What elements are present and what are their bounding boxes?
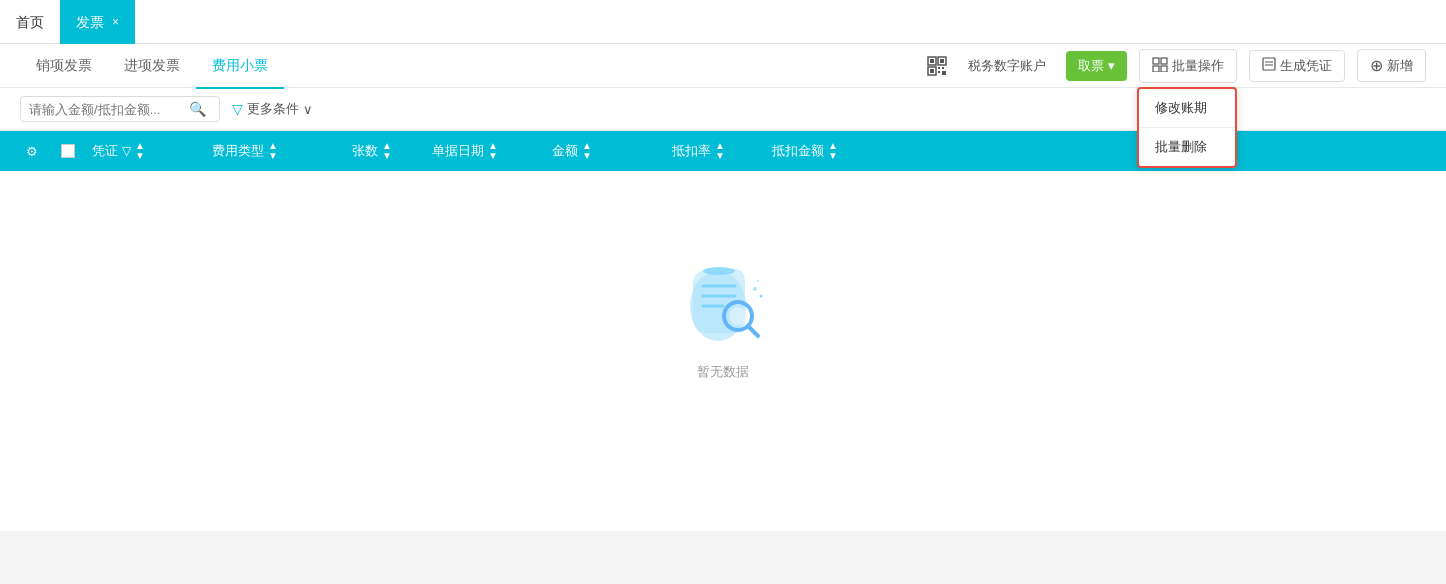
add-button[interactable]: ⊕ 新增 [1357, 49, 1426, 82]
th-date[interactable]: 单据日期 ▲▼ [424, 141, 544, 161]
svg-rect-11 [1161, 58, 1167, 64]
nav-home[interactable]: 首页 [0, 0, 60, 44]
th-voucher[interactable]: 凭证 ▽ ▲▼ [84, 141, 204, 161]
tax-account-button[interactable]: 税务数字账户 [960, 57, 1054, 75]
batch-dropdown-menu: 修改账期 批量删除 [1137, 87, 1237, 168]
qr-icon [926, 55, 948, 77]
svg-rect-7 [942, 67, 944, 69]
search-input[interactable] [29, 102, 189, 117]
take-ticket-arrow: ▾ [1108, 58, 1115, 73]
th-checkbox[interactable] [52, 144, 84, 158]
dropdown-item-batch-delete[interactable]: 批量删除 [1139, 128, 1235, 166]
more-filter-arrow: ∨ [303, 102, 313, 117]
settings-icon[interactable]: ⚙ [26, 144, 38, 159]
th-deduct-amount-sort-icon[interactable]: ▲▼ [828, 141, 838, 161]
add-icon: ⊕ [1370, 56, 1383, 75]
th-deduct-rate-label: 抵扣率 [672, 142, 711, 160]
svg-rect-13 [1161, 66, 1167, 72]
search-icon[interactable]: 🔍 [189, 101, 206, 117]
svg-rect-9 [942, 71, 946, 75]
th-voucher-sort-icon[interactable]: ▲▼ [135, 141, 145, 161]
batch-op-label: 批量操作 [1172, 57, 1224, 75]
svg-rect-8 [938, 71, 940, 73]
th-deduct-amount-label: 抵扣金额 [772, 142, 824, 160]
th-date-label: 单据日期 [432, 142, 484, 160]
add-label: 新增 [1387, 57, 1413, 75]
more-filter-label: 更多条件 [247, 100, 299, 118]
sub-nav-tabs: 销项发票 进项发票 费用小票 [20, 43, 284, 89]
th-expense-type[interactable]: 费用类型 ▲▼ [204, 141, 344, 161]
gen-icon-svg [1262, 57, 1276, 71]
svg-point-24 [757, 280, 759, 282]
tab-sales-invoice[interactable]: 销项发票 [20, 43, 108, 89]
svg-rect-6 [938, 67, 940, 69]
tab-expense-receipt[interactable]: 费用小票 [196, 43, 284, 89]
nav-tab-invoice[interactable]: 发票 × [60, 0, 135, 44]
batch-icon-svg [1152, 56, 1168, 72]
svg-point-18 [703, 267, 735, 275]
tab-input-invoice[interactable]: 进项发票 [108, 43, 196, 89]
svg-rect-3 [940, 59, 944, 63]
gen-voucher-button[interactable]: 生成凭证 [1249, 50, 1345, 82]
th-count-label: 张数 [352, 142, 378, 160]
header-checkbox[interactable] [61, 144, 75, 158]
th-voucher-filter-icon: ▽ [122, 144, 131, 158]
empty-state: 暂无数据 [0, 171, 1446, 421]
th-expense-type-label: 费用类型 [212, 142, 264, 160]
batch-op-wrap: 批量操作 修改账期 批量删除 [1139, 49, 1237, 83]
search-wrap: 🔍 [20, 96, 220, 122]
empty-state-icon [673, 251, 773, 351]
th-count-sort-icon[interactable]: ▲▼ [382, 141, 392, 161]
sub-nav: 销项发票 进项发票 费用小票 税务数字账户 取票 ▾ [0, 44, 1446, 88]
take-ticket-label: 取票 [1078, 57, 1104, 75]
nav-tab-label: 发票 [76, 0, 104, 44]
svg-line-21 [748, 326, 758, 336]
th-amount-label: 金额 [552, 142, 578, 160]
dropdown-item-change-period[interactable]: 修改账期 [1139, 89, 1235, 127]
th-amount-sort-icon[interactable]: ▲▼ [582, 141, 592, 161]
th-deduct-rate[interactable]: 抵扣率 ▲▼ [664, 141, 764, 161]
svg-point-20 [729, 307, 747, 325]
th-amount[interactable]: 金额 ▲▼ [544, 141, 664, 161]
svg-point-22 [753, 287, 757, 291]
empty-state-label: 暂无数据 [697, 363, 749, 381]
batch-op-icon [1152, 56, 1168, 76]
th-expense-type-sort-icon[interactable]: ▲▼ [268, 141, 278, 161]
th-count[interactable]: 张数 ▲▼ [344, 141, 424, 161]
gen-voucher-label: 生成凭证 [1280, 57, 1332, 75]
batch-op-button[interactable]: 批量操作 [1139, 49, 1237, 83]
top-nav: 首页 发票 × [0, 0, 1446, 44]
take-ticket-button[interactable]: 取票 ▾ [1066, 51, 1127, 81]
more-filter-button[interactable]: ▽ 更多条件 ∨ [232, 100, 313, 118]
svg-point-23 [760, 295, 763, 298]
filter-icon: ▽ [232, 101, 243, 117]
svg-rect-1 [930, 59, 934, 63]
th-deduct-amount[interactable]: 抵扣金额 ▲▼ [764, 141, 884, 161]
svg-rect-5 [930, 69, 934, 73]
nav-tab-close-icon[interactable]: × [112, 16, 119, 28]
svg-rect-12 [1153, 66, 1159, 72]
gen-voucher-icon [1262, 57, 1276, 74]
sub-nav-actions: 税务数字账户 取票 ▾ 批量操作 修改账期 [926, 49, 1426, 83]
th-voucher-label: 凭证 [92, 142, 118, 160]
content-area: ⚙ 凭证 ▽ ▲▼ 费用类型 ▲▼ 张数 ▲▼ 单据日期 ▲▼ [0, 131, 1446, 531]
th-deduct-rate-sort-icon[interactable]: ▲▼ [715, 141, 725, 161]
svg-rect-14 [1263, 58, 1275, 70]
th-settings[interactable]: ⚙ [12, 144, 52, 159]
th-date-sort-icon[interactable]: ▲▼ [488, 141, 498, 161]
qr-icon-button[interactable] [926, 55, 948, 77]
svg-rect-10 [1153, 58, 1159, 64]
